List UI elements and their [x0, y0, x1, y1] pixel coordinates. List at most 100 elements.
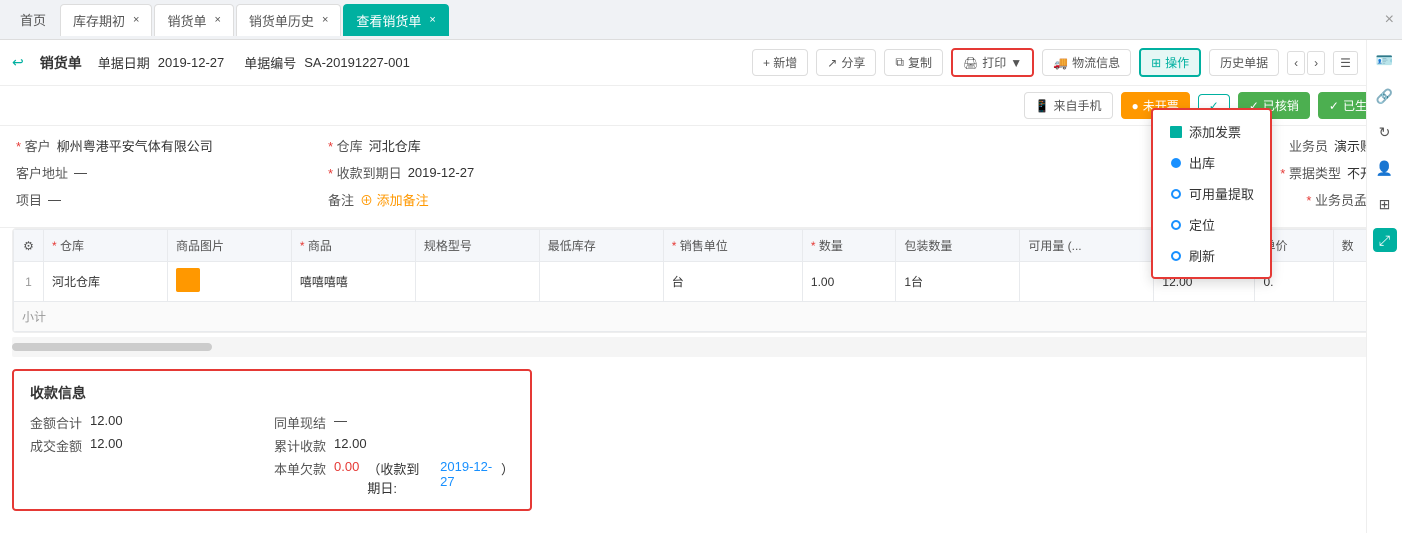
print-dropdown-icon: ▼ [1010, 56, 1022, 70]
history-button[interactable]: 历史单据 [1209, 49, 1279, 76]
project-label: 项目 [16, 190, 42, 209]
close-tab-view-sales[interactable]: × [429, 14, 435, 26]
sidebar-link-icon[interactable]: 🔗 [1373, 84, 1397, 108]
dropdown-locate[interactable]: 定位 [1153, 209, 1270, 240]
available-qty-icon [1169, 187, 1183, 201]
row-available [1020, 262, 1154, 302]
horizontal-scrollbar[interactable] [12, 337, 1390, 357]
sidebar-table-icon[interactable]: ⊞ [1373, 192, 1397, 216]
row-product-img [167, 262, 291, 302]
address-field: 客户地址 — [16, 163, 296, 182]
from-phone-button[interactable]: 📱 来自手机 [1024, 92, 1113, 119]
project-field: 项目 — [16, 190, 296, 209]
row-pack-qty: 1台 [896, 262, 1020, 302]
operations-dropdown: 添加发票 出库 可用量提取 定位 刷新 [1151, 108, 1272, 279]
sidebar-card-icon[interactable]: 🪪 [1373, 48, 1397, 72]
warehouse-field: 仓库 河北仓库 [328, 136, 608, 155]
col-settings[interactable]: ⚙ [14, 230, 44, 262]
dropdown-refresh[interactable]: 刷新 [1153, 240, 1270, 271]
arrears-label: 本单欠款 [274, 459, 326, 497]
operations-button[interactable]: ⊞ 操作 [1139, 48, 1201, 77]
nav-arrows: ‹ › [1287, 51, 1325, 75]
warehouse-value: 河北仓库 [369, 136, 421, 155]
share-icon: ↗ [827, 56, 837, 70]
refresh-icon [1169, 249, 1183, 263]
ticket-icon: ● [1132, 99, 1139, 113]
tab-sales[interactable]: 销货单 × [154, 4, 233, 36]
list-view-button[interactable]: ☰ [1333, 51, 1358, 75]
logistics-button[interactable]: 🚚 物流信息 [1042, 49, 1131, 76]
close-all-button[interactable]: × [1385, 11, 1394, 29]
print-button[interactable]: 🖨 打印 ▼ [951, 48, 1034, 77]
sidebar-refresh-icon[interactable]: ↻ [1373, 120, 1397, 144]
doc-meta: 单据日期 2019-12-27 单据编号 SA-20191227-001 [98, 53, 410, 72]
right-sidebar: 🪪 🔗 ↻ 👤 ⊞ ⤢ [1366, 40, 1402, 533]
cumulative-value: 12.00 [334, 436, 367, 455]
transaction-label: 成交金额 [30, 436, 82, 455]
main-content: ↩ 销货单 单据日期 2019-12-27 单据编号 SA-20191227-0… [0, 40, 1402, 533]
doc-header: ↩ 销货单 单据日期 2019-12-27 单据编号 SA-20191227-0… [0, 40, 1402, 86]
arrears-note: （收款到期日: [367, 459, 432, 497]
project-value: — [48, 192, 61, 207]
date-value: 2019-12-27 [158, 55, 225, 70]
dropdown-outbound[interactable]: 出库 [1153, 147, 1270, 178]
dropdown-available-qty[interactable]: 可用量提取 [1153, 178, 1270, 209]
scroll-thumb[interactable] [12, 343, 212, 351]
date-label: 单据日期 [98, 53, 150, 72]
subtotal-label: 小计 [14, 302, 1389, 332]
col-available: 可用量 (... [1020, 230, 1154, 262]
transaction-amount-row: 成交金额 12.00 [30, 436, 270, 455]
arrears-row: 本单欠款 0.00 （收款到期日: 2019-12-27 ） [274, 459, 514, 497]
print-icon: 🖨 [963, 56, 978, 70]
tab-inventory[interactable]: 库存期初 × [60, 4, 152, 36]
salesman-label: 业务员孟 [1306, 190, 1367, 209]
phone-icon: 📱 [1035, 99, 1050, 113]
row-product: 嘻嘻嘻嘻 [291, 262, 415, 302]
col-min-stock: 最低库存 [539, 230, 663, 262]
subtotal-row: 小计 [14, 302, 1389, 332]
tab-sales-history[interactable]: 销货单历史 × [236, 4, 341, 36]
share-button[interactable]: ↗ 分享 [816, 49, 876, 76]
prev-button[interactable]: ‹ [1287, 51, 1305, 75]
close-tab-sales[interactable]: × [214, 14, 220, 26]
row-spec [415, 262, 539, 302]
col-product: * 商品 [291, 230, 415, 262]
same-order-label: 同单现结 [274, 413, 326, 432]
col-unit: * 销售单位 [663, 230, 802, 262]
tab-home[interactable]: 首页 [8, 10, 58, 29]
col-product-img: 商品图片 [167, 230, 291, 262]
tab-view-sales[interactable]: 查看销货单 × [343, 4, 448, 36]
col-spec: 规格型号 [415, 230, 539, 262]
operations-icon: ⊞ [1151, 56, 1161, 70]
outbound-icon [1169, 156, 1183, 170]
doc-icon: ↩ [12, 54, 24, 71]
remark-field: 备注 ⊕ 添加备注 [328, 190, 608, 209]
number-label: 单据编号 [244, 53, 296, 72]
close-tab-inventory[interactable]: × [133, 14, 139, 26]
sidebar-fullscreen-icon[interactable]: ⤢ [1373, 228, 1397, 252]
doc-title: 销货单 [40, 53, 82, 73]
next-button[interactable]: › [1307, 51, 1325, 75]
logistics-icon: 🚚 [1053, 56, 1068, 70]
dropdown-add-invoice[interactable]: 添加发票 [1153, 116, 1270, 147]
add-icon: ⊕ [360, 193, 373, 208]
row-num: 1 [14, 262, 44, 302]
add-remark-btn[interactable]: ⊕ 添加备注 [360, 190, 429, 209]
number-value: SA-20191227-001 [304, 55, 410, 70]
customer-label: 客户 [16, 136, 51, 155]
same-order-row: 同单现结 — [274, 413, 514, 432]
sidebar-user-icon[interactable]: 👤 [1373, 156, 1397, 180]
add-invoice-icon [1169, 125, 1183, 139]
copy-button[interactable]: ⧉ 复制 [884, 49, 943, 76]
close-tab-history[interactable]: × [322, 14, 328, 26]
same-order-value: — [334, 413, 347, 432]
arrears-end: ） [501, 459, 514, 497]
transaction-value: 12.00 [90, 436, 123, 455]
effective-icon: ✓ [1329, 99, 1339, 113]
business-person-label: 业务员 [1289, 136, 1328, 155]
tab-bar: 首页 库存期初 × 销货单 × 销货单历史 × 查看销货单 × × [0, 0, 1402, 40]
new-button[interactable]: + 新增 [752, 49, 808, 76]
payment-date-field: 收款到期日 2019-12-27 [328, 163, 608, 182]
address-value: — [74, 165, 87, 180]
total-amount-value: 12.00 [90, 413, 123, 432]
